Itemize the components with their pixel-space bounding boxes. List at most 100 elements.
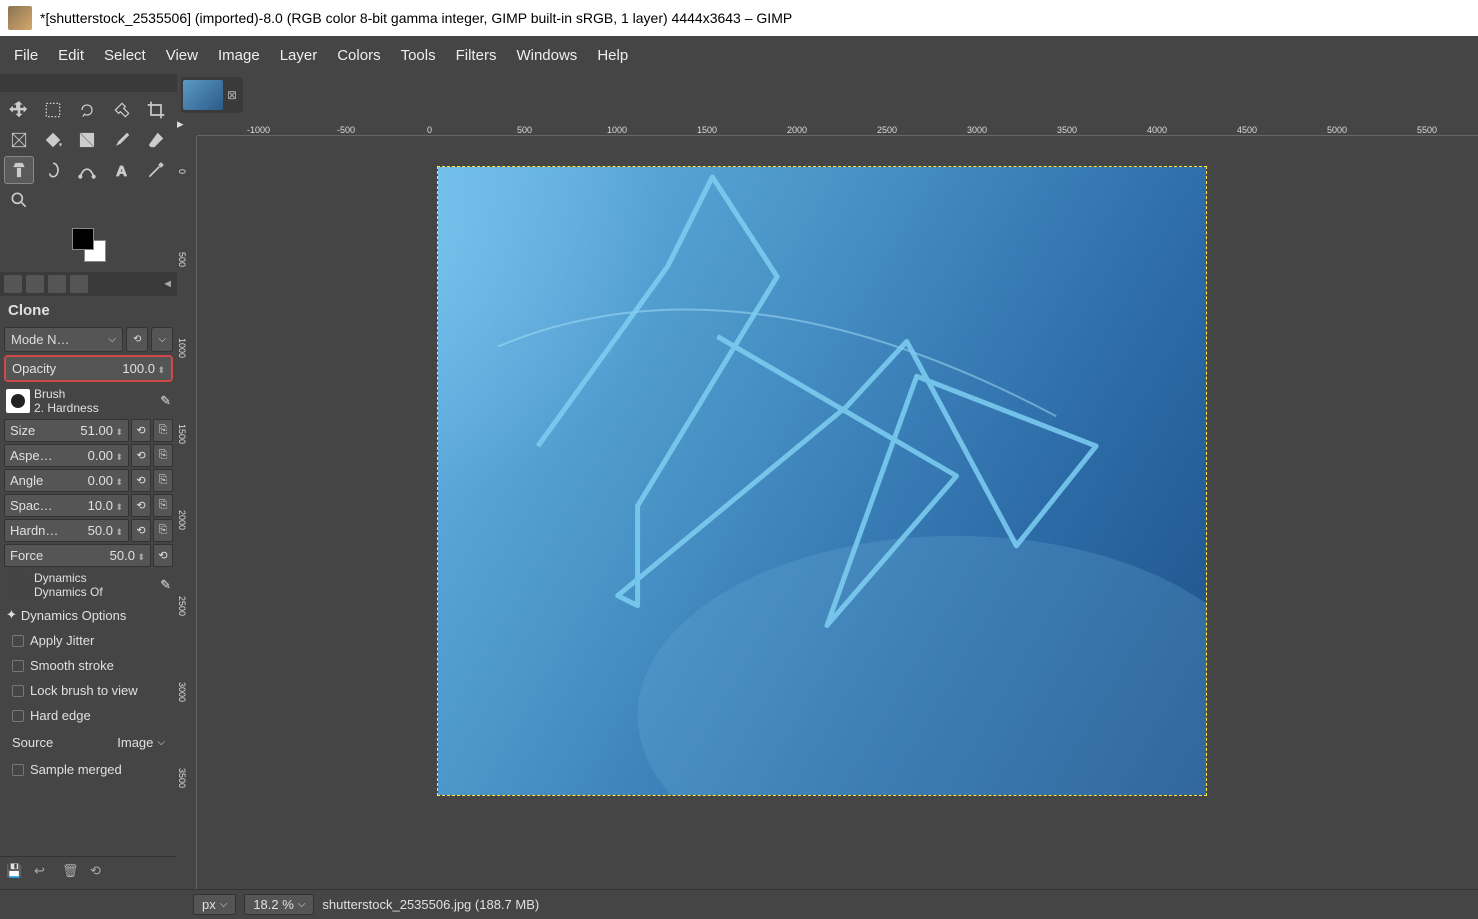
spacing-link-button[interactable]: ⎘ [153, 494, 173, 517]
dynamics-edit-icon[interactable]: ✎ [160, 577, 171, 593]
foreground-color[interactable] [72, 228, 94, 250]
sample-merged-checkbox[interactable]: Sample merged [4, 758, 173, 781]
opacity-label: Opacity [12, 361, 56, 376]
menu-select[interactable]: Select [94, 43, 156, 68]
path-tool-icon[interactable] [72, 156, 102, 184]
lock-brush-checkbox[interactable]: Lock brush to view [4, 679, 173, 702]
paintbrush-tool-icon[interactable] [107, 126, 137, 154]
aspect-field[interactable]: Aspe…0.00 ⬍ [4, 444, 129, 467]
hardness-link-button[interactable]: ⎘ [153, 519, 173, 542]
plus-icon: ✦ [6, 607, 17, 623]
dynamics-label: Dynamics [34, 571, 103, 585]
force-reset-button[interactable]: ⟲ [153, 544, 173, 567]
free-select-tool-icon[interactable] [72, 96, 102, 124]
canvas-artwork [438, 167, 1206, 795]
left-panel: A ◄ Clone Mode N… ⌵ ⟲ [0, 74, 177, 889]
opacity-slider-highlighted[interactable]: Opacity 100.0 ⬍ [4, 355, 173, 382]
app-icon [8, 6, 32, 30]
dock-tab-3[interactable] [48, 275, 66, 293]
menu-filters[interactable]: Filters [446, 43, 507, 68]
size-field[interactable]: Size51.00 ⬍ [4, 419, 129, 442]
unit-select[interactable]: px ⌵ [193, 894, 236, 915]
dock-tab-4[interactable] [70, 275, 88, 293]
size-link-button[interactable]: ⎘ [153, 419, 173, 442]
mode-menu-button[interactable]: ⌵ [151, 327, 173, 352]
menu-file[interactable]: File [4, 43, 48, 68]
angle-field[interactable]: Angle0.00 ⬍ [4, 469, 129, 492]
dock-tabs: ◄ [0, 272, 177, 296]
brush-name: 2. Hardness [34, 401, 99, 415]
dynamics-preview[interactable] [6, 573, 30, 597]
color-picker-tool-icon[interactable] [141, 156, 171, 184]
angle-link-button[interactable]: ⎘ [153, 469, 173, 492]
vertical-ruler[interactable]: 0500100015002000250030003500 [177, 136, 197, 889]
title-bar: *[shutterstock_2535506] (imported)-8.0 (… [0, 0, 1478, 36]
chevron-down-icon: ⌵ [220, 899, 228, 910]
hardness-field[interactable]: Hardn…50.0 ⬍ [4, 519, 129, 542]
menu-layer[interactable]: Layer [270, 43, 328, 68]
text-tool-icon[interactable]: A [107, 156, 137, 184]
mode-reset-button[interactable]: ⟲ [126, 327, 148, 352]
image-tab[interactable]: ⊠ [181, 77, 243, 113]
menu-colors[interactable]: Colors [327, 43, 390, 68]
fuzzy-select-tool-icon[interactable] [107, 96, 137, 124]
chevron-down-icon: ⌵ [298, 899, 306, 910]
smooth-stroke-checkbox[interactable]: Smooth stroke [4, 654, 173, 677]
toolbox-header [0, 74, 177, 92]
tool-options-title: Clone [0, 296, 177, 325]
dynamics-options-expander[interactable]: ✦ Dynamics Options [4, 603, 173, 627]
apply-jitter-checkbox[interactable]: Apply Jitter [4, 629, 173, 652]
ruler-corner[interactable]: ▸ [177, 116, 197, 136]
rect-select-tool-icon[interactable] [38, 96, 68, 124]
tool-options-footer: 💾 ↩ 🗑 ⟲ [0, 856, 177, 889]
eraser-tool-icon[interactable] [141, 126, 171, 154]
hardness-reset-button[interactable]: ⟲ [131, 519, 151, 542]
hard-edge-checkbox[interactable]: Hard edge [4, 704, 173, 727]
reset-preset-icon[interactable]: ⟲ [90, 863, 110, 883]
aspect-reset-button[interactable]: ⟲ [131, 444, 151, 467]
zoom-select[interactable]: 18.2 % ⌵ [244, 894, 314, 915]
canvas-viewport[interactable] [197, 136, 1478, 889]
source-label: Source [12, 735, 53, 750]
image-thumbnail [183, 80, 223, 110]
canvas-image[interactable] [438, 167, 1206, 795]
zoom-tool-icon[interactable] [4, 186, 34, 214]
clone-tool-icon[interactable] [4, 156, 34, 184]
save-preset-icon[interactable]: 💾 [6, 863, 26, 883]
menu-windows[interactable]: Windows [506, 43, 587, 68]
aspect-link-button[interactable]: ⎘ [153, 444, 173, 467]
dock-menu-icon[interactable]: ◄ [162, 278, 173, 290]
force-field[interactable]: Force50.0 ⬍ [4, 544, 151, 567]
menu-view[interactable]: View [156, 43, 208, 68]
source-select[interactable]: Image ⌵ [117, 735, 165, 750]
menu-help[interactable]: Help [587, 43, 638, 68]
dock-tab-2[interactable] [26, 275, 44, 293]
toolbox: A [0, 92, 177, 218]
horizontal-ruler[interactable]: -1000-5000500100015002000250030003500400… [197, 116, 1478, 136]
gradient-tool-icon[interactable] [72, 126, 102, 154]
smudge-tool-icon[interactable] [38, 156, 68, 184]
window-title: *[shutterstock_2535506] (imported)-8.0 (… [40, 10, 792, 26]
menu-bar: File Edit Select View Image Layer Colors… [0, 36, 1478, 74]
close-tab-icon[interactable]: ⊠ [227, 88, 237, 102]
brush-preview[interactable] [6, 389, 30, 413]
delete-preset-icon[interactable]: 🗑 [62, 863, 82, 883]
crop-tool-icon[interactable] [141, 96, 171, 124]
menu-edit[interactable]: Edit [48, 43, 94, 68]
angle-reset-button[interactable]: ⟲ [131, 469, 151, 492]
blend-mode-select[interactable]: Mode N… ⌵ [4, 327, 123, 352]
menu-tools[interactable]: Tools [391, 43, 446, 68]
restore-preset-icon[interactable]: ↩ [34, 863, 54, 883]
spacing-field[interactable]: Spac…10.0 ⬍ [4, 494, 129, 517]
spacing-reset-button[interactable]: ⟲ [131, 494, 151, 517]
size-reset-button[interactable]: ⟲ [131, 419, 151, 442]
svg-text:A: A [116, 163, 127, 180]
move-tool-icon[interactable] [4, 96, 34, 124]
chevron-down-icon: ⌵ [108, 334, 116, 345]
bucket-fill-tool-icon[interactable] [38, 126, 68, 154]
status-file-info: shutterstock_2535506.jpg (188.7 MB) [322, 897, 539, 912]
dock-tab-1[interactable] [4, 275, 22, 293]
transform-tool-icon[interactable] [4, 126, 34, 154]
brush-edit-icon[interactable]: ✎ [160, 393, 171, 409]
menu-image[interactable]: Image [208, 43, 270, 68]
